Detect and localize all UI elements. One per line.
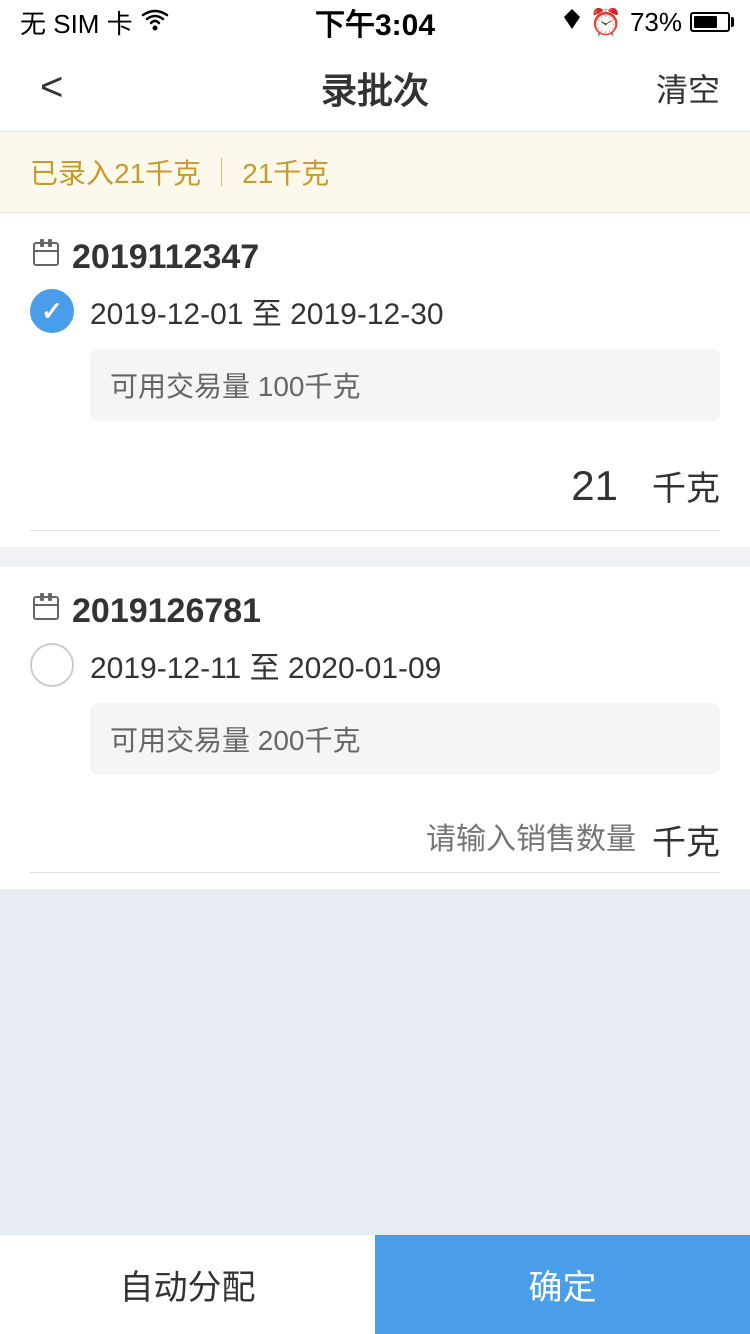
status-time: 下午3:04 (315, 0, 435, 44)
location-icon (562, 7, 582, 38)
clear-button[interactable]: 清空 (656, 65, 720, 111)
banner-divider (221, 158, 222, 186)
carrier-text: 无 SIM 卡 (20, 4, 133, 41)
quantity-value-1: 21 (571, 462, 618, 510)
radio-1[interactable] (30, 289, 74, 333)
batch-date-2: 2019-12-11 至 2020-01-09 (90, 643, 441, 687)
batch-date-row-1[interactable]: 2019-12-01 至 2019-12-30 (30, 289, 720, 333)
batch-section-2: 2019126781 2019-12-11 至 2020-01-09 可用交易量… (0, 567, 750, 889)
battery-icon (690, 12, 730, 32)
quantity-row-1: 21 千克 (0, 445, 750, 530)
quantity-input-2[interactable] (250, 823, 636, 857)
batch-item-2: 2019126781 2019-12-11 至 2020-01-09 可用交易量… (0, 567, 750, 799)
batch-icon-2 (30, 591, 62, 631)
batch-id-2: 2019126781 (72, 592, 261, 631)
auto-distribute-button[interactable]: 自动分配 (0, 1235, 375, 1334)
recorded-value: 21千克 (242, 152, 329, 192)
batch-item-1: 2019112347 2019-12-01 至 2019-12-30 可用交易量… (0, 213, 750, 445)
quantity-row-2: 千克 (0, 799, 750, 872)
confirm-button[interactable]: 确定 (375, 1235, 750, 1334)
batch-id-1: 2019112347 (72, 238, 259, 277)
batch-header-1: 2019112347 (30, 237, 720, 277)
batch-date-row-2[interactable]: 2019-12-11 至 2020-01-09 (30, 643, 720, 687)
info-banner: 已录入21千克 21千克 (0, 132, 750, 213)
nav-bar: < 录批次 清空 (0, 44, 750, 132)
bottom-bar: 自动分配 确定 (0, 1234, 750, 1334)
section-gap-1 (0, 547, 750, 567)
battery-percent: 73% (630, 7, 682, 38)
batch-icon-1 (30, 237, 62, 277)
main-content: 已录入21千克 21千克 2019112347 2019-12-01 至 2 (0, 132, 750, 1269)
radio-2[interactable] (30, 643, 74, 687)
recorded-label: 已录入21千克 (30, 152, 201, 192)
page-title: 录批次 (321, 62, 429, 114)
underline-2 (30, 872, 720, 873)
quantity-unit-2: 千克 (652, 815, 720, 864)
back-button[interactable]: < (30, 55, 73, 120)
underline-1 (30, 530, 720, 531)
alarm-icon: ⏰ (590, 7, 622, 38)
status-left: 无 SIM 卡 (20, 4, 169, 41)
status-bar: 无 SIM 卡 下午3:04 ⏰ 73% (0, 0, 750, 44)
batch-availability-2: 可用交易量 200千克 (90, 703, 720, 775)
batch-date-1: 2019-12-01 至 2019-12-30 (90, 289, 444, 333)
batch-header-2: 2019126781 (30, 591, 720, 631)
batch-availability-1: 可用交易量 100千克 (90, 349, 720, 421)
batch-section-1: 2019112347 2019-12-01 至 2019-12-30 可用交易量… (0, 213, 750, 547)
wifi-icon (141, 7, 169, 38)
status-right: ⏰ 73% (562, 7, 730, 38)
quantity-unit-1: 千克 (652, 461, 720, 510)
empty-area (0, 889, 750, 1269)
